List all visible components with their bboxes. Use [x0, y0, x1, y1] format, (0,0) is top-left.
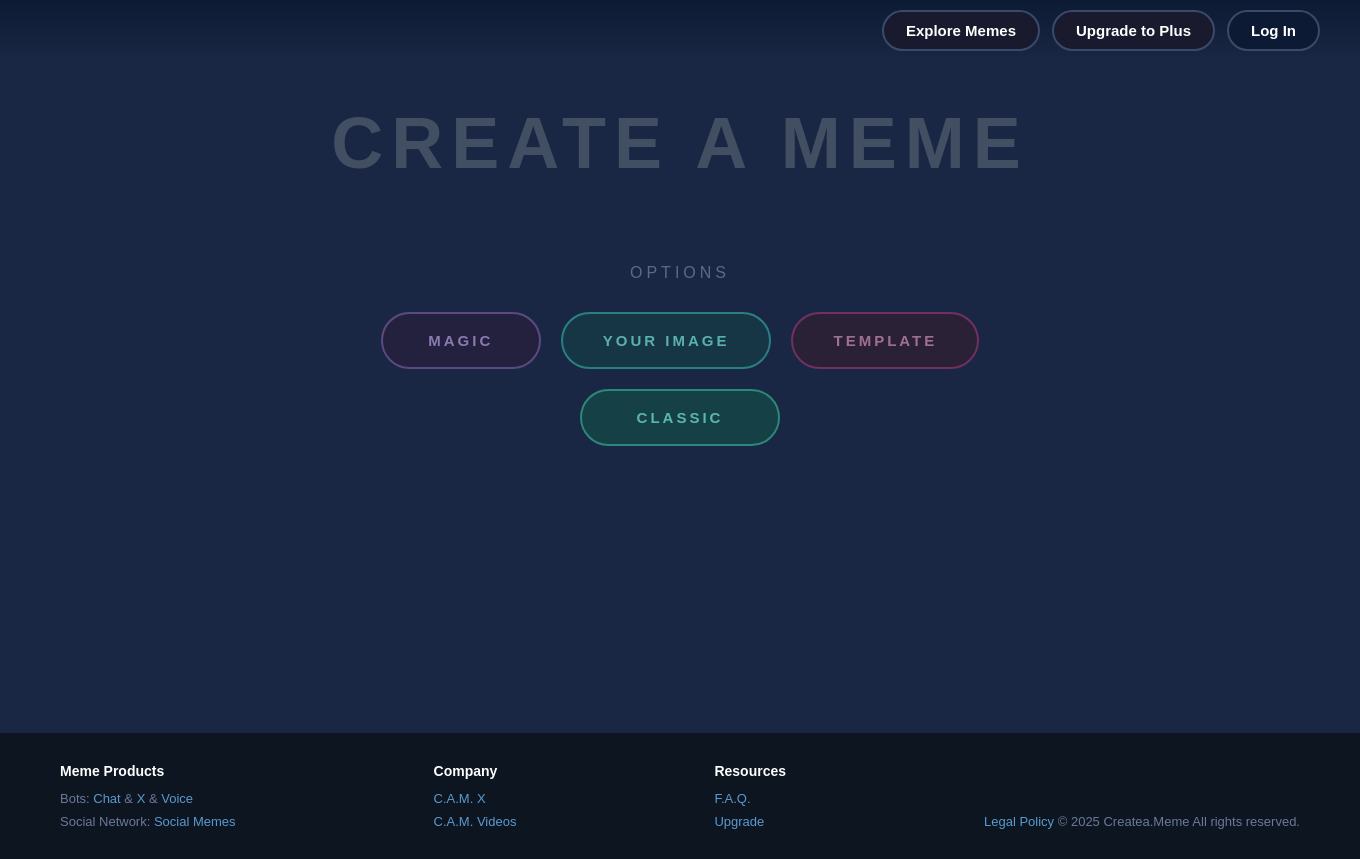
- cam-x-link[interactable]: C.A.M. X: [434, 791, 517, 806]
- bots-label: Bots:: [60, 791, 93, 806]
- amp1: &: [121, 791, 137, 806]
- footer-bots-row: Bots: Chat & X & Voice: [60, 791, 236, 806]
- social-memes-link[interactable]: Social Memes: [154, 814, 236, 829]
- footer-products-title: Meme Products: [60, 763, 236, 779]
- header: Explore Memes Upgrade to Plus Log In: [0, 0, 1360, 62]
- amp2: &: [145, 791, 161, 806]
- your-image-button[interactable]: YOUR IMAGE: [561, 312, 772, 369]
- footer-column-products: Meme Products Bots: Chat & X & Voice Soc…: [60, 763, 236, 829]
- footer-copyright: Legal Policy © 2025 Createa.Meme All rig…: [984, 814, 1300, 829]
- footer-social-row: Social Network: Social Memes: [60, 814, 236, 829]
- main-content: CREATE A MEME OPTIONS MAGIC YOUR IMAGE T…: [0, 62, 1360, 733]
- social-label: Social Network:: [60, 814, 154, 829]
- magic-button[interactable]: MAGIC: [381, 312, 541, 369]
- footer: Meme Products Bots: Chat & X & Voice Soc…: [0, 733, 1360, 859]
- faq-link[interactable]: F.A.Q.: [714, 791, 786, 806]
- x-link[interactable]: X: [137, 791, 146, 806]
- options-row-1: MAGIC YOUR IMAGE TEMPLATE: [381, 312, 979, 369]
- page-title: CREATE A MEME: [331, 102, 1028, 184]
- legal-policy-link[interactable]: Legal Policy: [984, 814, 1054, 829]
- footer-column-resources: Resources F.A.Q. Upgrade: [714, 763, 786, 829]
- copyright-text: © 2025 Createa.Meme All rights reserved.: [1054, 814, 1300, 829]
- cam-videos-link[interactable]: C.A.M. Videos: [434, 814, 517, 829]
- template-button[interactable]: TEMPLATE: [791, 312, 979, 369]
- classic-button[interactable]: CLASSIC: [580, 389, 780, 446]
- options-label: OPTIONS: [630, 264, 730, 282]
- chat-link[interactable]: Chat: [93, 791, 120, 806]
- login-button[interactable]: Log In: [1227, 10, 1320, 51]
- explore-memes-button[interactable]: Explore Memes: [882, 10, 1040, 51]
- footer-company-title: Company: [434, 763, 517, 779]
- footer-resources-title: Resources: [714, 763, 786, 779]
- voice-link[interactable]: Voice: [161, 791, 193, 806]
- options-row-2: CLASSIC: [580, 389, 780, 446]
- upgrade-link[interactable]: Upgrade: [714, 814, 786, 829]
- upgrade-button[interactable]: Upgrade to Plus: [1052, 10, 1215, 51]
- footer-column-company: Company C.A.M. X C.A.M. Videos: [434, 763, 517, 829]
